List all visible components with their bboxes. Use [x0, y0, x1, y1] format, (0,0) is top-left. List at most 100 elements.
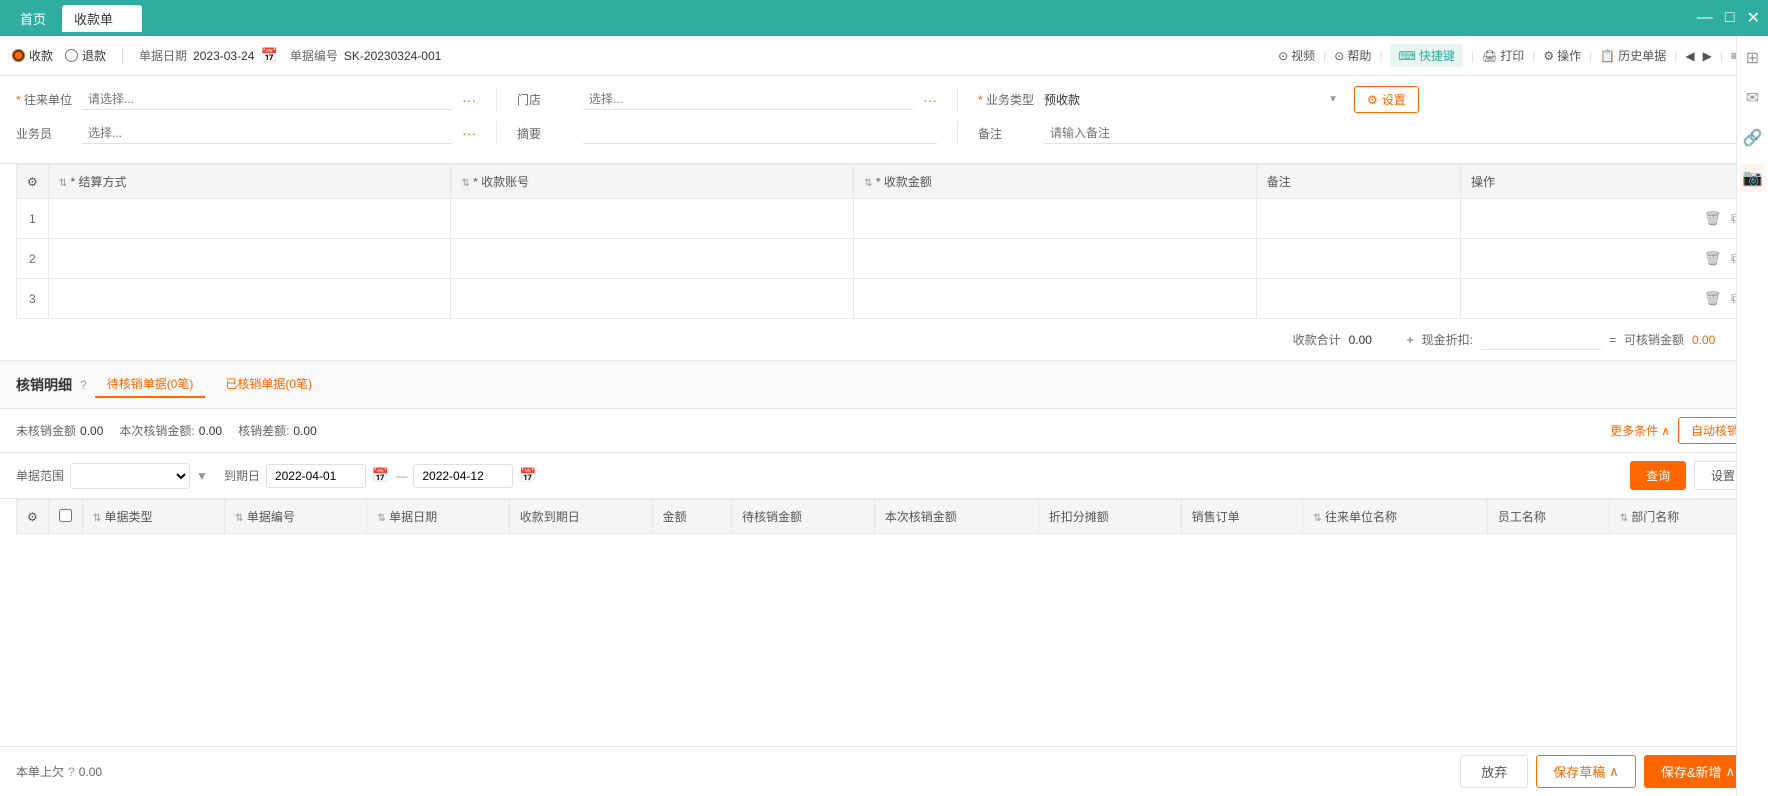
- form-divider-1: [496, 88, 497, 112]
- pending-tab[interactable]: 待核销单据(0笔): [95, 371, 206, 398]
- save-new-arrow[interactable]: ∧: [1725, 764, 1735, 780]
- settlement-header: ⇅ * 结算方式: [48, 165, 451, 199]
- remark-cell-1[interactable]: [1256, 199, 1460, 239]
- calendar-icon[interactable]: 📅: [260, 47, 277, 64]
- account-cell-3[interactable]: [451, 279, 854, 319]
- query-button[interactable]: 查询: [1630, 461, 1686, 490]
- remark-input[interactable]: [1044, 123, 1752, 144]
- verification-title: 核销明细: [16, 375, 72, 395]
- this-doc-value: 0.00: [79, 765, 102, 779]
- delete-icon-1[interactable]: 🗑: [1704, 210, 1722, 226]
- store-label: 门店: [517, 91, 577, 108]
- settlement-cell-1[interactable]: [48, 199, 451, 239]
- top-nav: 首页 收款单 ✕ — □ ✕: [0, 0, 1768, 36]
- save-draft-button[interactable]: 保存草稿 ∧: [1536, 755, 1636, 788]
- nav-tab-receipt[interactable]: 收款单 ✕: [62, 5, 142, 32]
- counterparty-input[interactable]: [82, 89, 452, 110]
- due-date-from[interactable]: [266, 464, 366, 488]
- remark-cell-2[interactable]: [1256, 239, 1460, 279]
- counterparty-more-icon[interactable]: ···: [462, 92, 476, 108]
- doc-number-info: 单据编号 SK-20230324-001: [290, 47, 441, 64]
- delete-icon-2[interactable]: 🗑: [1704, 250, 1722, 266]
- nav-left[interactable]: ◀: [1685, 49, 1694, 63]
- current-label: 本次核销金额:: [119, 422, 194, 439]
- sidebar-mail-icon[interactable]: ✉: [1742, 84, 1763, 112]
- equal-sign: =: [1609, 333, 1616, 347]
- remark-cell-3[interactable]: [1256, 279, 1460, 319]
- doc-number-value: SK-20230324-001: [344, 49, 441, 63]
- receipt-radio-input[interactable]: [12, 49, 25, 62]
- discount-label: 现金折扣:: [1422, 331, 1473, 348]
- summary-label: 摘要: [517, 125, 577, 142]
- pending-amount-header: 待核销金额: [731, 500, 874, 534]
- table-section: ⚙ ⇅ * 结算方式 ⇅ * 收款账号 ⇅ * 收款金额 备注 操作 1 🗑: [0, 164, 1768, 319]
- operate-action[interactable]: ⚙ 操作: [1543, 47, 1581, 64]
- range-dropdown-icon[interactable]: ▼: [196, 469, 208, 483]
- shortcut-action[interactable]: ⌨ 快捷键: [1390, 44, 1462, 67]
- window-close[interactable]: ✕: [1747, 8, 1760, 28]
- range-select[interactable]: [70, 463, 190, 489]
- print-action[interactable]: 🖨 打印: [1482, 47, 1524, 64]
- sidebar-link-icon[interactable]: 🔗: [1739, 124, 1767, 152]
- save-draft-arrow[interactable]: ∧: [1609, 764, 1619, 780]
- sidebar-camera-icon[interactable]: 📷: [1739, 164, 1767, 192]
- table-settings-header[interactable]: ⚙: [17, 165, 49, 199]
- main-content: 收款 退款 单据日期 2023-03-24 📅 单据编号 SK-20230324…: [0, 36, 1768, 796]
- form-divider-4: [957, 121, 958, 145]
- doc-type-header: ⇅ 单据类型: [82, 500, 224, 534]
- amount-cell-2[interactable]: [854, 239, 1257, 279]
- nav-tab-home[interactable]: 首页: [8, 5, 58, 32]
- unverified-value: 0.00: [80, 424, 103, 438]
- row-num-2: 2: [17, 239, 49, 279]
- discount-input[interactable]: [1481, 329, 1601, 350]
- more-conditions-btn[interactable]: 更多条件 ∧: [1610, 422, 1670, 439]
- doc-number-label: 单据编号: [290, 47, 338, 64]
- current-stat: 本次核销金额: 0.00: [119, 422, 222, 439]
- discard-button[interactable]: 放弃: [1460, 755, 1528, 788]
- window-maximize[interactable]: □: [1725, 9, 1735, 27]
- receipt-radio[interactable]: 收款: [12, 47, 53, 64]
- video-action[interactable]: ⊙ 视频: [1278, 47, 1315, 64]
- refund-radio[interactable]: 退款: [65, 47, 106, 64]
- business-type-dropdown-icon[interactable]: ▼: [1328, 94, 1338, 105]
- due-date-to-calendar[interactable]: 📅: [519, 467, 536, 484]
- amount-cell-3[interactable]: [854, 279, 1257, 319]
- select-all-checkbox[interactable]: [59, 509, 72, 522]
- form-divider-3: [496, 121, 497, 145]
- refund-radio-input[interactable]: [65, 49, 78, 62]
- due-date-from-calendar[interactable]: 📅: [372, 467, 389, 484]
- staff-more-icon[interactable]: ···: [462, 125, 476, 141]
- remark-field: 备注: [978, 123, 1752, 144]
- footer-help-icon[interactable]: ?: [68, 765, 75, 779]
- help-action[interactable]: ⊙ 帮助: [1334, 47, 1371, 64]
- due-date-to[interactable]: [413, 464, 513, 488]
- delete-icon-3[interactable]: 🗑: [1704, 290, 1722, 306]
- table-row: 1 🗑 ⧉: [17, 199, 1752, 239]
- account-cell-2[interactable]: [451, 239, 854, 279]
- dept-header: ⇅ 部门名称: [1609, 500, 1751, 534]
- checkbox-header[interactable]: [48, 500, 82, 534]
- window-minimize[interactable]: —: [1697, 9, 1713, 27]
- history-action[interactable]: 📋 历史单据: [1600, 47, 1666, 64]
- settlement-cell-3[interactable]: [48, 279, 451, 319]
- form-row-1: 往来单位 ··· 门店 ··· 业务类型 预收款 ▼ ⚙ 设置: [16, 86, 1752, 113]
- setting-button[interactable]: ⚙ 设置: [1354, 86, 1419, 113]
- verification-help-icon[interactable]: ?: [80, 378, 87, 392]
- unverified-stat: 未核销金额 0.00: [16, 422, 103, 439]
- nav-right[interactable]: ▶: [1703, 49, 1712, 63]
- staff-input[interactable]: [82, 123, 452, 144]
- account-cell-1[interactable]: [451, 199, 854, 239]
- nav-tab-close[interactable]: ✕: [121, 15, 130, 27]
- settlement-cell-2[interactable]: [48, 239, 451, 279]
- store-more-icon[interactable]: ···: [923, 92, 937, 108]
- table-row: 2 🗑 ⧉: [17, 239, 1752, 279]
- summary-input[interactable]: [583, 123, 937, 144]
- staff-label: 业务员: [16, 125, 76, 142]
- sidebar-table-icon[interactable]: ⊞: [1742, 44, 1763, 72]
- amount-cell-1[interactable]: [854, 199, 1257, 239]
- store-input[interactable]: [583, 89, 913, 110]
- done-tab[interactable]: 已核销单据(0笔): [213, 371, 324, 398]
- form-divider-2: [957, 88, 958, 112]
- bottom-settings-header[interactable]: ⚙: [17, 500, 49, 534]
- unverified-label: 未核销金额: [16, 422, 76, 439]
